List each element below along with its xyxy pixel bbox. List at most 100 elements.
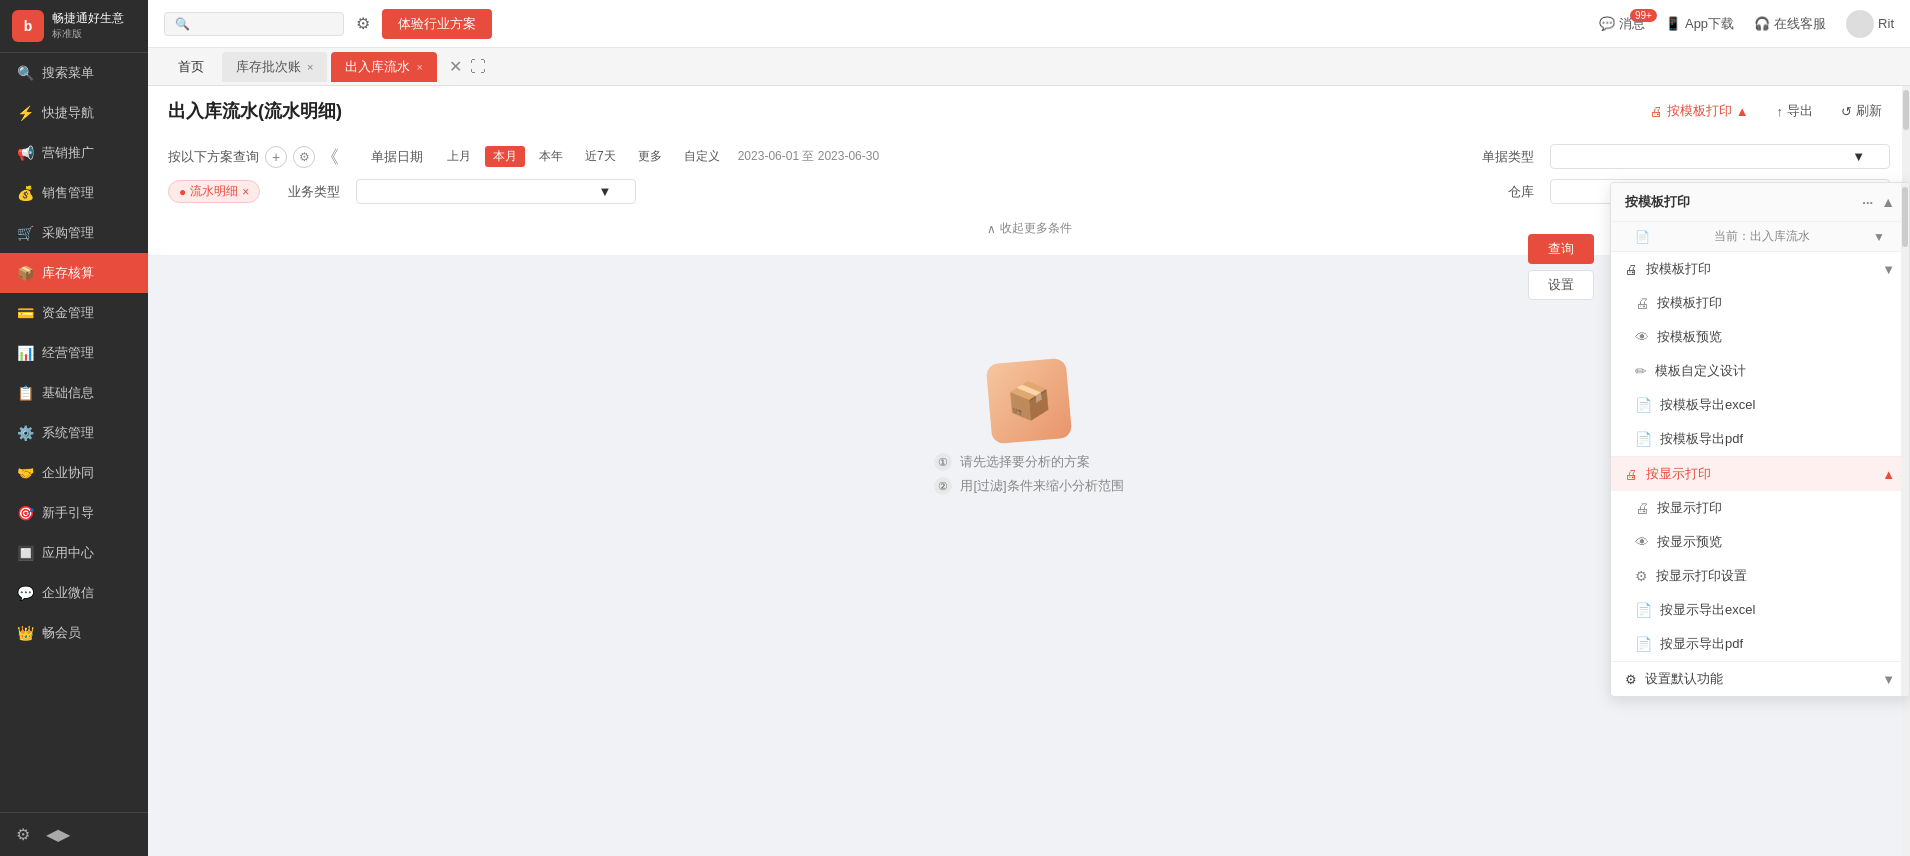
dropdown-template-preview-item[interactable]: 👁 按模板预览 bbox=[1611, 320, 1909, 354]
flow-tab-close[interactable]: × bbox=[416, 61, 422, 73]
topbar-search-icon: 🔍 bbox=[175, 17, 190, 31]
dropdown-display-preview-item[interactable]: 👁 按显示预览 bbox=[1611, 525, 1909, 559]
message-icon: 💬 bbox=[1599, 16, 1615, 31]
sidebar-item-label: 经营管理 bbox=[42, 344, 94, 362]
message-badge: 99+ bbox=[1630, 9, 1657, 22]
tab-home[interactable]: 首页 bbox=[164, 52, 218, 82]
collapse-more-label: 收起更多条件 bbox=[1000, 220, 1072, 237]
empty-state-icon: 📦 bbox=[986, 358, 1073, 445]
user-name: Rit bbox=[1878, 16, 1894, 31]
sidebar-item-finance[interactable]: 💳 资金管理 bbox=[0, 293, 148, 333]
user-avatar-area[interactable]: Rit bbox=[1846, 10, 1894, 38]
print-template-button[interactable]: 🖨 按模板打印 ▲ bbox=[1642, 98, 1757, 124]
display-print-settings-icon: ⚙ bbox=[1635, 568, 1648, 584]
dropdown-display-print-settings-item[interactable]: ⚙ 按显示打印设置 bbox=[1611, 559, 1909, 593]
dropdown-header: 按模板打印 ··· ▲ bbox=[1611, 183, 1909, 222]
date-option-current-month[interactable]: 本月 bbox=[485, 146, 525, 167]
message-button[interactable]: 💬 消息 99+ bbox=[1599, 15, 1645, 33]
date-option-prev-month[interactable]: 上月 bbox=[439, 146, 479, 167]
business-type-chevron-icon: ▼ bbox=[598, 184, 611, 199]
doc-type-chevron-icon: ▼ bbox=[1852, 149, 1865, 164]
dropdown-template-export-pdf-item[interactable]: 📄 按模板导出pdf bbox=[1611, 422, 1909, 456]
topbar-search[interactable]: 🔍 bbox=[164, 12, 344, 36]
business-type-select[interactable]: ▼ bbox=[356, 179, 636, 204]
dropdown-display-export-pdf-item[interactable]: 📄 按显示导出pdf bbox=[1611, 627, 1909, 661]
window-close-button[interactable]: ✕ bbox=[449, 57, 462, 76]
app-name: 畅捷通好生意 bbox=[52, 11, 124, 27]
dropdown-footer[interactable]: ⚙ 设置默认功能 ▼ bbox=[1611, 662, 1909, 696]
dropdown-chevron-up-icon[interactable]: ▲ bbox=[1881, 194, 1895, 210]
basic-icon: 📋 bbox=[16, 385, 34, 401]
apps-icon: 🔲 bbox=[16, 545, 34, 561]
current-template-chevron-icon: ▼ bbox=[1873, 230, 1885, 244]
date-option-current-year[interactable]: 本年 bbox=[531, 146, 571, 167]
sidebar-item-cooperation[interactable]: 🤝 企业协同 bbox=[0, 453, 148, 493]
sidebar-item-basic[interactable]: 📋 基础信息 bbox=[0, 373, 148, 413]
sidebar-item-member[interactable]: 👑 畅会员 bbox=[0, 613, 148, 653]
sidebar-item-purchase[interactable]: 🛒 采购管理 bbox=[0, 213, 148, 253]
template-print-item-label: 按模板打印 bbox=[1657, 294, 1722, 312]
sidebar-item-wechat[interactable]: 💬 企业微信 bbox=[0, 573, 148, 613]
export-button[interactable]: ↑ 导出 bbox=[1769, 98, 1822, 124]
filter-section-label: 按以下方案查询 bbox=[168, 148, 259, 166]
flow-tag[interactable]: ● 流水明细 × bbox=[168, 180, 260, 203]
template-print-section-icon: 🖨 bbox=[1625, 262, 1638, 277]
empty-step-1: ① 请先选择要分析的方案 bbox=[934, 453, 1123, 471]
collapse-sidebar-icon[interactable]: ◀▶ bbox=[46, 825, 70, 844]
dropdown-more-icon[interactable]: ··· bbox=[1862, 195, 1873, 210]
inventory-icon: 📦 bbox=[16, 265, 34, 281]
date-option-more[interactable]: 更多 bbox=[630, 146, 670, 167]
system-icon: ⚙️ bbox=[16, 425, 34, 441]
sidebar-item-inventory[interactable]: 📦 库存核算 bbox=[0, 253, 148, 293]
dropdown-display-export-excel-item[interactable]: 📄 按显示导出excel bbox=[1611, 593, 1909, 627]
tab-flow[interactable]: 出入库流水 × bbox=[331, 52, 436, 82]
filter-controls: 按以下方案查询 + ⚙ 《 bbox=[168, 145, 339, 169]
sidebar-item-apps[interactable]: 🔲 应用中心 bbox=[0, 533, 148, 573]
batch-tab-close[interactable]: × bbox=[307, 61, 313, 73]
sidebar-item-sales[interactable]: 💰 销售管理 bbox=[0, 173, 148, 213]
filter-add-button[interactable]: + bbox=[265, 146, 287, 168]
empty-state: 📦 ① 请先选择要分析的方案 ② 用[过滤]条件来缩小分析范围 bbox=[934, 361, 1123, 501]
app-download-button[interactable]: 📱 App下载 bbox=[1665, 15, 1734, 33]
date-option-last-7days[interactable]: 近7天 bbox=[577, 146, 624, 167]
filter-settings-button[interactable]: ⚙ bbox=[293, 146, 315, 168]
display-print-section-header[interactable]: 🖨 按显示打印 ▲ bbox=[1611, 457, 1909, 491]
customer-service-button[interactable]: 🎧 在线客服 bbox=[1754, 15, 1826, 33]
filter-collapse-icon[interactable]: 《 bbox=[321, 145, 339, 169]
sidebar-item-label: 畅会员 bbox=[42, 624, 81, 642]
current-template-label: 📄 当前：出入库流水 ▼ bbox=[1611, 222, 1909, 252]
template-print-section-header[interactable]: 🖨 按模板打印 ▼ bbox=[1611, 252, 1909, 286]
sales-icon: 💰 bbox=[16, 185, 34, 201]
sidebar-item-system[interactable]: ⚙️ 系统管理 bbox=[0, 413, 148, 453]
dropdown-template-custom-item[interactable]: ✏ 模板自定义设计 bbox=[1611, 354, 1909, 388]
set-button[interactable]: 设置 bbox=[1528, 270, 1594, 300]
settings-icon[interactable]: ⚙ bbox=[16, 825, 30, 844]
sidebar-item-marketing[interactable]: 📢 营销推广 bbox=[0, 133, 148, 173]
sidebar-item-label: 新手引导 bbox=[42, 504, 94, 522]
window-expand-button[interactable]: ⛶ bbox=[470, 58, 486, 76]
query-button[interactable]: 查询 bbox=[1528, 234, 1594, 264]
trial-button[interactable]: 体验行业方案 bbox=[382, 9, 492, 39]
sidebar-item-operations[interactable]: 📊 经营管理 bbox=[0, 333, 148, 373]
marketing-icon: 📢 bbox=[16, 145, 34, 161]
page-content: 出入库流水(流水明细) 🖨 按模板打印 ▲ ↑ 导出 ↺ 刷新 bbox=[148, 86, 1910, 856]
tab-batch[interactable]: 库存批次账 × bbox=[222, 52, 327, 82]
sidebar-item-newbie[interactable]: 🎯 新手引导 bbox=[0, 493, 148, 533]
dropdown-template-export-excel-item[interactable]: 📄 按模板导出excel bbox=[1611, 388, 1909, 422]
warehouse-label: 仓库 bbox=[1508, 183, 1534, 201]
dropdown-display-print-item[interactable]: 🖨 按显示打印 bbox=[1611, 491, 1909, 525]
date-option-custom[interactable]: 自定义 bbox=[676, 146, 728, 167]
display-export-pdf-label: 按显示导出pdf bbox=[1660, 635, 1743, 653]
flow-tag-close-icon[interactable]: × bbox=[242, 185, 249, 199]
page-title: 出入库流水(流水明细) bbox=[168, 99, 342, 123]
doc-type-select[interactable]: ▼ bbox=[1550, 144, 1890, 169]
dropdown-template-print-item[interactable]: 🖨 按模板打印 bbox=[1611, 286, 1909, 320]
sidebar-item-search[interactable]: 🔍 搜索菜单 bbox=[0, 53, 148, 93]
display-print-section-label: 按显示打印 bbox=[1646, 465, 1711, 483]
sidebar-item-shortcut[interactable]: ⚡ 快捷导航 bbox=[0, 93, 148, 133]
refresh-button[interactable]: ↺ 刷新 bbox=[1833, 98, 1890, 124]
flow-tag-icon: ● bbox=[179, 185, 186, 199]
dropdown-scrollbar[interactable] bbox=[1901, 183, 1909, 696]
footer-label: 设置默认功能 bbox=[1645, 670, 1723, 688]
topbar-gear-icon[interactable]: ⚙ bbox=[356, 14, 370, 33]
